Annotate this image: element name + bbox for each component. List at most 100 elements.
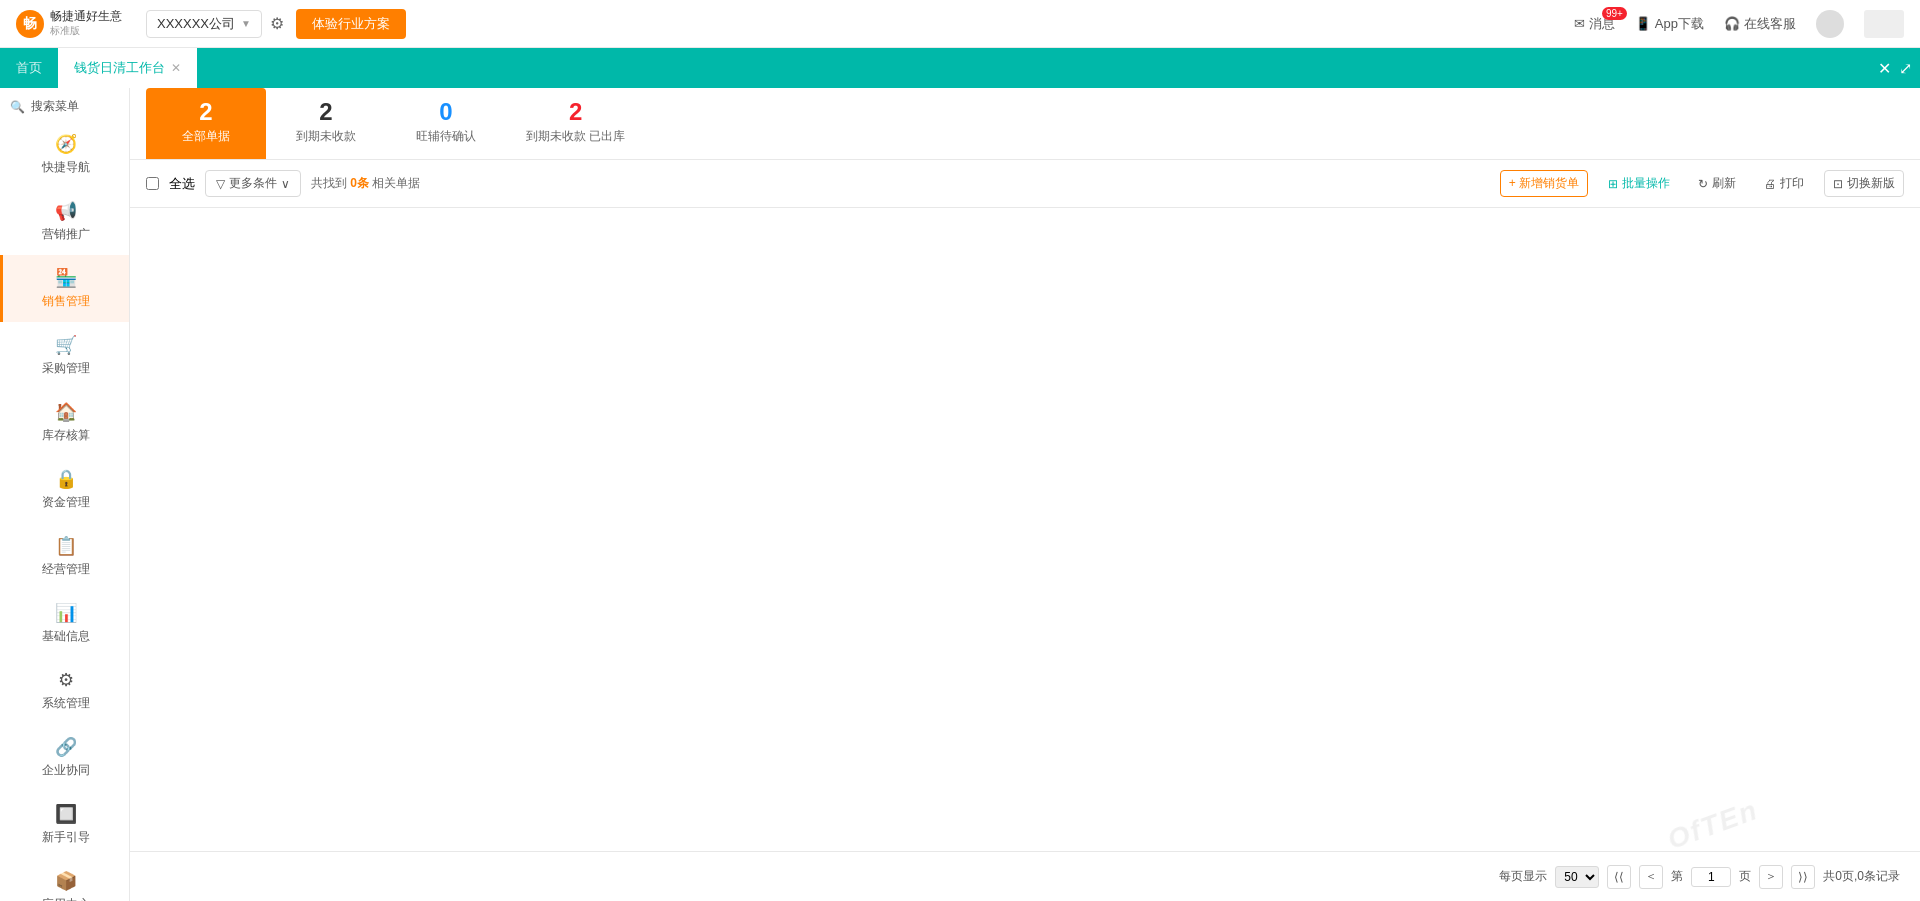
result-count: 0条	[350, 176, 369, 190]
switch-version-button[interactable]: ⊡ 切换新版	[1824, 170, 1904, 197]
app-download-label: App下载	[1655, 15, 1704, 33]
sidebar-item-appstore[interactable]: 📦 应用中心	[0, 858, 129, 901]
sidebar-item-basics[interactable]: 📊 基础信息	[0, 590, 129, 657]
marketing-icon: 📢	[55, 200, 77, 222]
filter-arrow-icon: ∨	[281, 177, 290, 191]
stat-overdue-shipped-num: 2	[526, 100, 625, 124]
page-input[interactable]	[1691, 867, 1731, 887]
tab-maximize-icon[interactable]: ⤢	[1899, 59, 1912, 78]
message-icon: ✉	[1574, 16, 1585, 31]
add-icon: + 新增销货单	[1509, 175, 1579, 192]
tab-work-bench[interactable]: 钱货日清工作台 ✕	[58, 48, 197, 88]
stat-tab-all[interactable]: 2 全部单据	[146, 88, 266, 159]
app-download-button[interactable]: 📱 App下载	[1635, 15, 1704, 33]
sidebar-item-label: 销售管理	[42, 293, 90, 310]
tab-bar-actions: ✕ ⤢	[1878, 59, 1920, 78]
page-label: 第	[1671, 868, 1683, 885]
content-area: 2 全部单据 2 到期未收款 0 旺辅待确认 2 到期未收款 已出库 全选	[130, 88, 1920, 901]
logo-area: 畅 畅捷通好生意 标准版	[16, 9, 146, 39]
filter-label: 更多条件	[229, 175, 277, 192]
batch-operations-button[interactable]: ⊞ 批量操作	[1600, 171, 1678, 196]
sidebar-item-inventory[interactable]: 🏠 库存核算	[0, 389, 129, 456]
stats-tabs: 2 全部单据 2 到期未收款 0 旺辅待确认 2 到期未收款 已出库	[130, 88, 1920, 160]
refresh-icon: ↻	[1698, 177, 1708, 191]
tab-home[interactable]: 首页	[0, 48, 58, 88]
online-service-label: 在线客服	[1744, 15, 1796, 33]
switch-icon: ⊡	[1833, 177, 1843, 191]
tab-close-window-icon[interactable]: ✕	[1878, 59, 1891, 78]
sidebar-item-label: 库存核算	[42, 427, 90, 444]
user-name-display[interactable]	[1864, 10, 1904, 38]
first-page-button[interactable]: ⟨⟨	[1607, 865, 1631, 889]
sidebar: 🔍 搜索菜单 🧭 快捷导航 📢 营销推广 🏪 销售管理 🛒 采购管理 🏠 库存核…	[0, 88, 130, 901]
stat-overdue-num: 2	[286, 100, 366, 124]
print-label: 打印	[1780, 175, 1804, 192]
refresh-button[interactable]: ↻ 刷新	[1690, 171, 1744, 196]
avatar[interactable]	[1816, 10, 1844, 38]
tab-home-label: 首页	[16, 59, 42, 77]
page-label-suffix: 页	[1739, 868, 1751, 885]
stat-overdue-label: 到期未收款	[286, 128, 366, 145]
batch-label: 批量操作	[1622, 175, 1670, 192]
sidebar-item-label: 采购管理	[42, 360, 90, 377]
result-prefix: 共找到	[311, 176, 347, 190]
shortcuts-icon: 🧭	[55, 133, 77, 155]
sidebar-item-guide[interactable]: 🔲 新手引导	[0, 791, 129, 858]
stat-tab-pending[interactable]: 0 旺辅待确认	[386, 88, 506, 159]
stat-all-label: 全部单据	[166, 128, 246, 145]
online-service-button[interactable]: 🎧 在线客服	[1724, 15, 1796, 33]
appstore-icon: 📦	[55, 870, 77, 892]
app-download-icon: 📱	[1635, 16, 1651, 31]
sidebar-item-label: 企业协同	[42, 762, 90, 779]
prev-page-button[interactable]: ＜	[1639, 865, 1663, 889]
sidebar-item-operations[interactable]: 📋 经营管理	[0, 523, 129, 590]
sidebar-item-finance[interactable]: 🔒 资金管理	[0, 456, 129, 523]
company-selector[interactable]: XXXXXX公司 ▼	[146, 10, 262, 38]
next-page-button[interactable]: ＞	[1759, 865, 1783, 889]
add-sale-button[interactable]: + 新增销货单	[1500, 170, 1588, 197]
last-page-button[interactable]: ⟩⟩	[1791, 865, 1815, 889]
result-text: 共找到 0条 相关单据	[311, 175, 420, 192]
app-name: 畅捷通好生意	[50, 9, 122, 25]
sidebar-item-marketing[interactable]: 📢 营销推广	[0, 188, 129, 255]
headset-icon: 🎧	[1724, 16, 1740, 31]
per-page-label: 每页显示	[1499, 868, 1547, 885]
sidebar-item-enterprise[interactable]: 🔗 企业协同	[0, 724, 129, 791]
stat-overdue-shipped-label: 到期未收款 已出库	[526, 128, 625, 145]
filter-icon: ▽	[216, 177, 225, 191]
sidebar-item-label: 新手引导	[42, 829, 90, 846]
filter-button[interactable]: ▽ 更多条件 ∨	[205, 170, 301, 197]
logo-text-block: 畅捷通好生意 标准版	[50, 9, 122, 39]
sidebar-item-label: 资金管理	[42, 494, 90, 511]
refresh-label: 刷新	[1712, 175, 1736, 192]
sidebar-item-label: 快捷导航	[42, 159, 90, 176]
sidebar-item-purchase[interactable]: 🛒 采购管理	[0, 322, 129, 389]
sidebar-item-system[interactable]: ⚙ 系统管理	[0, 657, 129, 724]
select-all-checkbox[interactable]	[146, 177, 159, 190]
print-button[interactable]: 🖨 打印	[1756, 171, 1812, 196]
toolbar: 全选 ▽ 更多条件 ∨ 共找到 0条 相关单据 + 新增销货单 ⊞	[130, 160, 1920, 208]
inventory-icon: 🏠	[55, 401, 77, 423]
stat-tab-overdue-shipped[interactable]: 2 到期未收款 已出库	[506, 88, 645, 159]
tab-work-bench-label: 钱货日清工作台	[74, 59, 165, 77]
per-page-select[interactable]: 50	[1555, 866, 1599, 888]
stat-tab-overdue[interactable]: 2 到期未收款	[266, 88, 386, 159]
sidebar-item-sales[interactable]: 🏪 销售管理	[0, 255, 129, 322]
sidebar-item-label: 应用中心	[42, 896, 90, 901]
settings-icon[interactable]: ⚙	[270, 14, 284, 33]
basics-icon: 📊	[55, 602, 77, 624]
search-icon: 🔍	[10, 100, 25, 114]
main-layout: 🔍 搜索菜单 🧭 快捷导航 📢 营销推广 🏪 销售管理 🛒 采购管理 🏠 库存核…	[0, 88, 1920, 901]
enterprise-icon: 🔗	[55, 736, 77, 758]
print-icon: 🖨	[1764, 177, 1776, 191]
sidebar-item-shortcuts[interactable]: 🧭 快捷导航	[0, 121, 129, 188]
operations-icon: 📋	[55, 535, 77, 557]
tab-close-icon[interactable]: ✕	[171, 61, 181, 75]
stat-pending-label: 旺辅待确认	[406, 128, 486, 145]
toolbar-left: 全选 ▽ 更多条件 ∨ 共找到 0条 相关单据	[146, 170, 1488, 197]
table-area	[130, 208, 1920, 851]
guide-icon: 🔲	[55, 803, 77, 825]
trial-button[interactable]: 体验行业方案	[296, 9, 406, 39]
sidebar-search[interactable]: 🔍 搜索菜单	[0, 88, 129, 121]
message-button[interactable]: ✉ 消息 99+	[1574, 15, 1615, 33]
